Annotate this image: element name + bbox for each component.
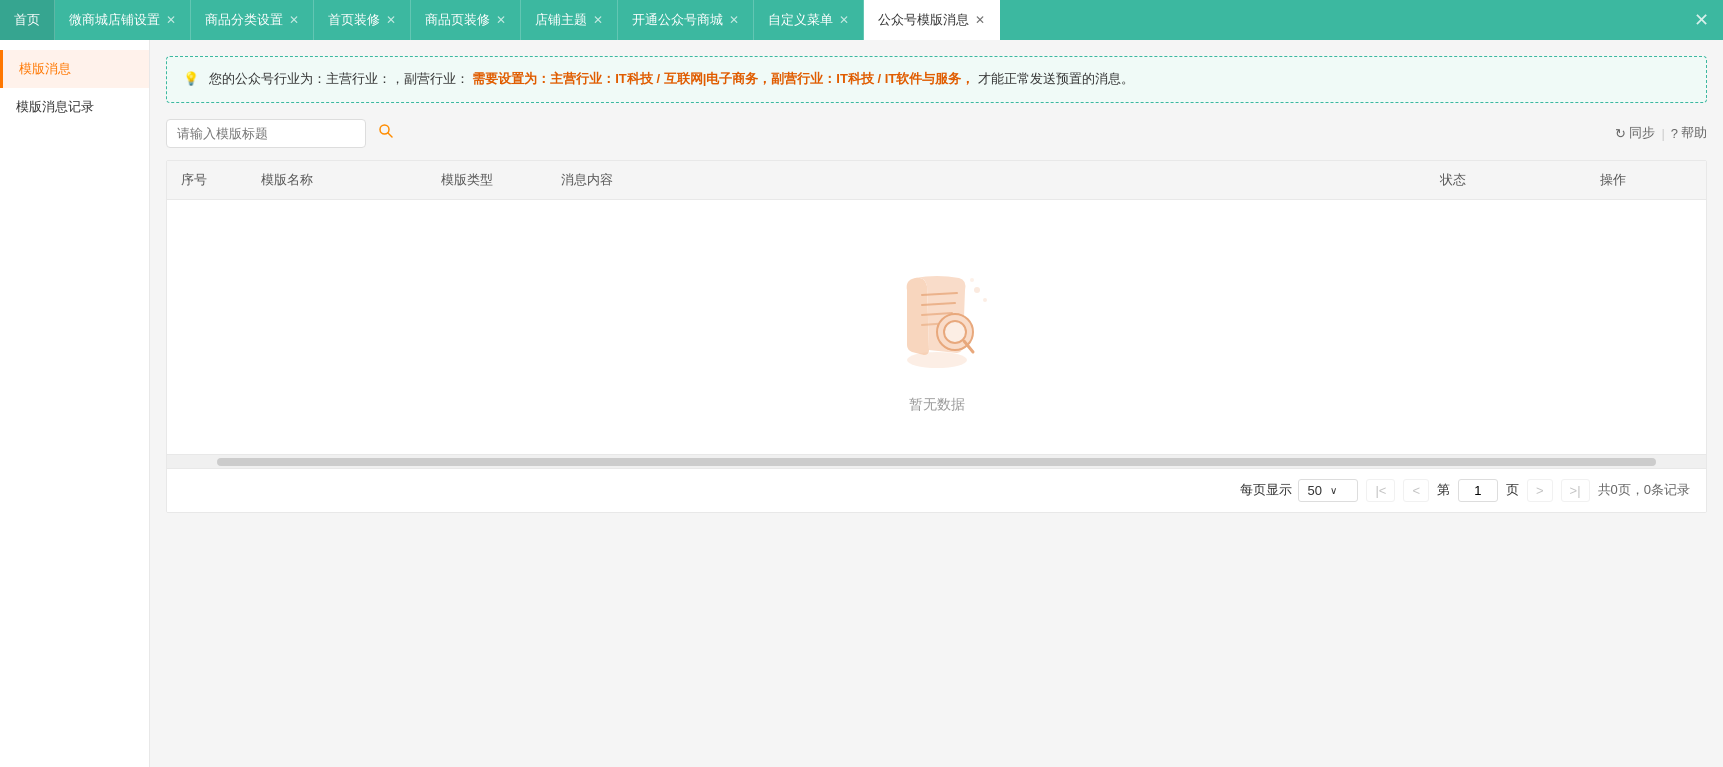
help-button[interactable]: ? 帮助	[1671, 124, 1707, 142]
page-size-label: 每页显示	[1240, 481, 1292, 499]
page-label-post: 页	[1506, 481, 1519, 499]
tab-close-store-theme[interactable]: ✕	[593, 13, 603, 27]
chevron-down-icon: ∨	[1330, 485, 1337, 496]
tab-close-store-settings[interactable]: ✕	[166, 13, 176, 27]
search-bar: ↻ 同步 | ? 帮助	[166, 119, 1707, 148]
first-page-button[interactable]: |<	[1366, 479, 1395, 502]
page-label-pre: 第	[1437, 481, 1450, 499]
notice-highlight: 需要设置为：主营行业：IT科技 / 互联网|电子商务，副营行业：IT科技 / I…	[472, 71, 974, 86]
tab-item-home[interactable]: 首页	[0, 0, 55, 40]
scrollbar-thumb[interactable]	[217, 458, 1656, 466]
table-header-index: 序号	[167, 161, 247, 199]
table-wrapper: 序号模版名称模版类型消息内容状态操作	[166, 160, 1707, 513]
prev-page-button[interactable]: <	[1403, 479, 1429, 502]
tab-close-product-category[interactable]: ✕	[289, 13, 299, 27]
sync-button[interactable]: ↻ 同步	[1615, 124, 1655, 142]
svg-line-1	[388, 133, 392, 137]
sync-icon: ↻	[1615, 126, 1626, 141]
table-header: 序号模版名称模版类型消息内容状态操作	[167, 161, 1706, 200]
search-button[interactable]	[374, 119, 398, 147]
svg-point-2	[907, 352, 967, 368]
page-number-input[interactable]	[1458, 479, 1498, 502]
sidebar: 模版消息模版消息记录	[0, 40, 150, 767]
sidebar-item-template-msg-log[interactable]: 模版消息记录	[0, 88, 149, 126]
notice-icon: 💡	[183, 71, 199, 86]
tab-item-product-decor[interactable]: 商品页装修✕	[411, 0, 521, 40]
tab-item-store-theme[interactable]: 店铺主题✕	[521, 0, 618, 40]
notice-suffix: 才能正常发送预置的消息。	[978, 71, 1134, 86]
empty-text: 暂无数据	[909, 396, 965, 414]
search-input[interactable]	[166, 119, 366, 148]
tab-item-product-category[interactable]: 商品分类设置✕	[191, 0, 314, 40]
main-layout: 模版消息模版消息记录 💡 您的公众号行业为：主营行业：，副营行业： 需要设置为：…	[0, 40, 1723, 767]
empty-state: 暂无数据	[167, 200, 1706, 454]
tab-item-homepage-decor[interactable]: 首页装修✕	[314, 0, 411, 40]
table-header-name: 模版名称	[247, 161, 427, 199]
last-page-button[interactable]: >|	[1561, 479, 1590, 502]
notice-box: 💡 您的公众号行业为：主营行业：，副营行业： 需要设置为：主营行业：IT科技 /…	[166, 56, 1707, 103]
tab-close-template-msg[interactable]: ✕	[975, 13, 985, 27]
help-label: 帮助	[1681, 124, 1707, 142]
search-right: ↻ 同步 | ? 帮助	[1615, 124, 1707, 142]
page-size-select[interactable]: 50 ∨	[1298, 479, 1358, 502]
divider: |	[1661, 126, 1664, 141]
pagination: 每页显示 50 ∨ |< < 第 页 > >| 共0页，0条记录	[167, 468, 1706, 512]
svg-point-9	[970, 278, 974, 282]
sidebar-item-template-msg[interactable]: 模版消息	[0, 50, 149, 88]
search-icon	[378, 123, 394, 139]
horizontal-scrollbar[interactable]	[167, 454, 1706, 468]
next-page-button[interactable]: >	[1527, 479, 1553, 502]
table-header-content: 消息内容	[547, 161, 1426, 199]
tab-close-custom-menu[interactable]: ✕	[839, 13, 849, 27]
tab-bar-close-button[interactable]: ✕	[1680, 9, 1723, 31]
svg-point-7	[974, 287, 980, 293]
notice-prefix: 您的公众号行业为：主营行业：，副营行业：	[209, 71, 469, 86]
sync-label: 同步	[1629, 124, 1655, 142]
page-size-section: 每页显示 50 ∨	[1240, 479, 1358, 502]
search-left	[166, 119, 398, 148]
svg-point-8	[983, 298, 987, 302]
tab-close-product-decor[interactable]: ✕	[496, 13, 506, 27]
tab-item-template-msg[interactable]: 公众号模版消息✕	[864, 0, 1000, 40]
page-size-value: 50	[1307, 483, 1321, 498]
tab-item-store-settings[interactable]: 微商城店铺设置✕	[55, 0, 191, 40]
table-header-type: 模版类型	[427, 161, 547, 199]
help-icon: ?	[1671, 126, 1678, 141]
table-header-status: 状态	[1426, 161, 1586, 199]
table-header-action: 操作	[1586, 161, 1706, 199]
tab-close-homepage-decor[interactable]: ✕	[386, 13, 396, 27]
content-area: 💡 您的公众号行业为：主营行业：，副营行业： 需要设置为：主营行业：IT科技 /…	[150, 40, 1723, 767]
empty-illustration	[877, 260, 997, 380]
tab-bar: 首页微商城店铺设置✕商品分类设置✕首页装修✕商品页装修✕店铺主题✕开通公众号商城…	[0, 0, 1723, 40]
tab-close-open-mall[interactable]: ✕	[729, 13, 739, 27]
page-summary: 共0页，0条记录	[1598, 481, 1690, 499]
tab-item-custom-menu[interactable]: 自定义菜单✕	[754, 0, 864, 40]
tab-item-open-mall[interactable]: 开通公众号商城✕	[618, 0, 754, 40]
